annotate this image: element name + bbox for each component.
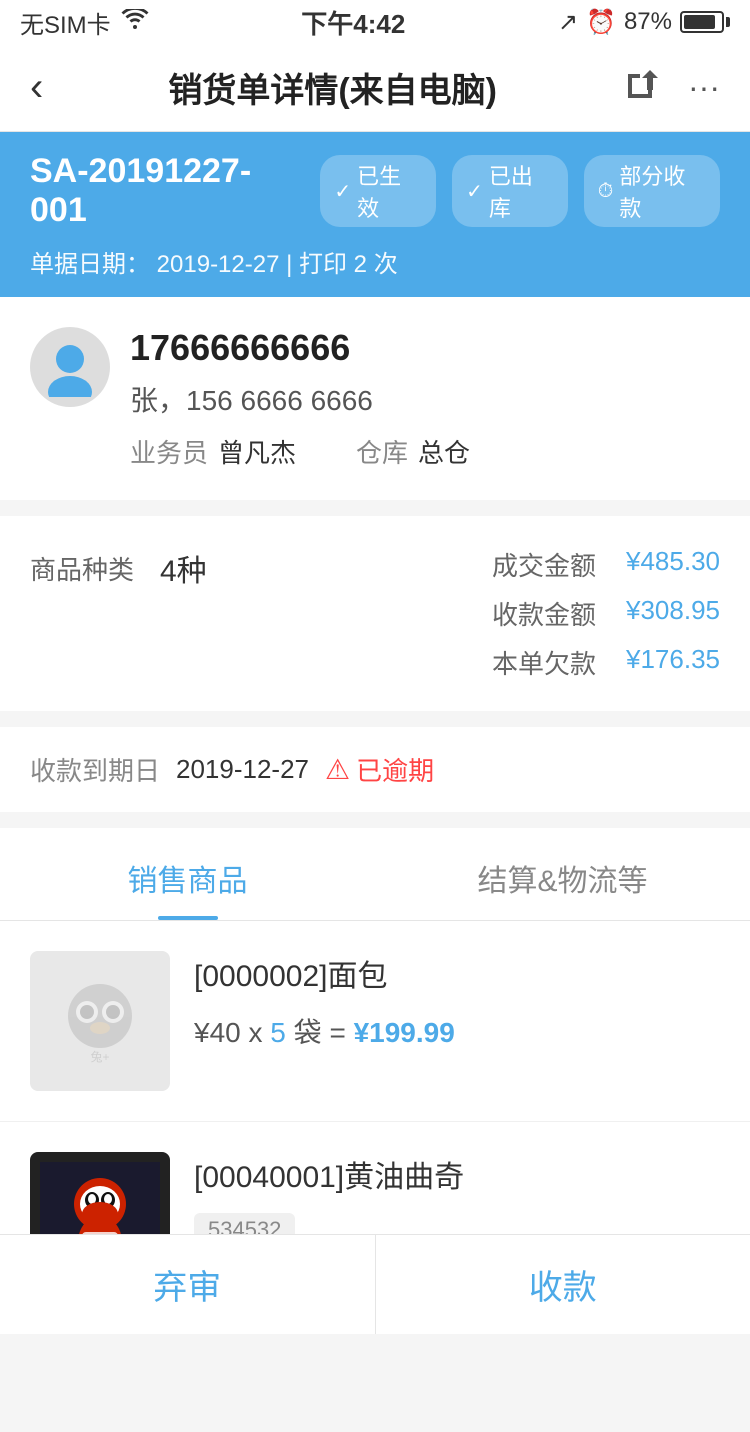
- customer-id: 17666666666: [130, 327, 720, 369]
- stats-left: 商品种类 4种: [30, 546, 207, 594]
- customer-meta: 业务员 曾凡杰 仓库 总仓: [130, 433, 720, 470]
- due-label: 收款到期日: [30, 751, 160, 788]
- category-count: 4种: [160, 546, 207, 590]
- product-thumbnail-1: 兔+: [30, 951, 170, 1091]
- warehouse-info: 仓库 总仓: [356, 433, 470, 470]
- received-label: 收款金额: [492, 595, 596, 632]
- product-name-1: [0000002]面包: [194, 951, 720, 995]
- clock-icon: ⏱: [598, 180, 614, 203]
- tab-settlement[interactable]: 结算&物流等: [375, 828, 750, 920]
- customer-section: 17666666666 张，156 6666 6666 业务员 曾凡杰 仓库 总…: [0, 297, 750, 500]
- date-label: 单据日期：: [30, 251, 150, 278]
- warehouse-value: 总仓: [418, 433, 470, 470]
- price-total-1: ¥199.99: [354, 1017, 455, 1048]
- debt-label: 本单欠款: [492, 644, 596, 681]
- status-bar: 无SIM卡 下午4:42 ↗ ⏰ 87%: [0, 0, 750, 44]
- customer-avatar: [30, 327, 110, 407]
- battery-percent: 87%: [624, 8, 672, 36]
- transaction-stat: 成交金额 ¥485.30: [492, 546, 720, 583]
- price-qty-1: 5: [270, 1017, 286, 1048]
- badge-shipped: ✓ 已出库: [452, 155, 568, 227]
- due-date-value: 2019-12-27: [176, 754, 309, 785]
- product-item: 兔+ [0000002]面包 ¥40 x 5 袋 = ¥199.99: [0, 921, 750, 1122]
- transaction-amount: ¥485.30: [626, 546, 720, 583]
- overdue-icon: ⚠: [325, 753, 350, 786]
- order-date: 2019-12-27: [157, 251, 280, 278]
- order-header: SA-20191227-001 ✓ 已生效 ✓ 已出库 ⏱ 部分收款 单据日期：…: [0, 132, 750, 297]
- stats-section: 商品种类 4种 成交金额 ¥485.30 收款金额 ¥308.95 本单欠款 ¥…: [0, 516, 750, 711]
- customer-name-phone: 张，156 6666 6666: [130, 379, 720, 419]
- badge-effective-label: 已生效: [357, 159, 422, 223]
- status-time: 下午4:42: [301, 4, 405, 41]
- order-date-row: 单据日期： 2019-12-27 | 打印 2 次: [30, 244, 720, 279]
- page-title: 销货单详情(来自电脑): [168, 63, 497, 112]
- price-unit-1: 袋: [294, 1017, 322, 1048]
- overdue-badge: ⚠ 已逾期: [325, 751, 434, 788]
- back-button[interactable]: ‹: [30, 65, 43, 110]
- status-left: 无SIM卡: [20, 5, 149, 40]
- badge-partial: ⏱ 部分收款: [584, 155, 720, 227]
- debt-amount: ¥176.35: [626, 644, 720, 681]
- svg-text:兔+: 兔+: [90, 1049, 109, 1064]
- check-icon: ✓: [334, 179, 351, 204]
- stats-right: 成交金额 ¥485.30 收款金额 ¥308.95 本单欠款 ¥176.35: [492, 546, 720, 681]
- equals-sign-1: =: [329, 1017, 353, 1048]
- price-base-1: ¥40: [194, 1017, 241, 1048]
- category-stat: 商品种类 4种: [30, 546, 207, 590]
- alarm-icon: ⏰: [586, 8, 616, 37]
- status-right: ↗ ⏰ 87%: [558, 8, 730, 37]
- confirm-button[interactable]: 收款: [375, 1235, 750, 1334]
- debt-stat: 本单欠款 ¥176.35: [492, 644, 720, 681]
- salesman-label: 业务员: [130, 433, 208, 470]
- tabs-section: 销售商品 结算&物流等: [0, 828, 750, 921]
- warehouse-label: 仓库: [356, 433, 408, 470]
- carrier-text: 无SIM卡: [20, 5, 111, 40]
- transaction-label: 成交金额: [492, 546, 596, 583]
- wifi-icon: [121, 8, 149, 36]
- due-date-section: 收款到期日 2019-12-27 ⚠ 已逾期: [0, 727, 750, 812]
- location-icon: ↗: [558, 8, 578, 37]
- cancel-button[interactable]: 弃审: [0, 1235, 375, 1334]
- battery-indicator: [680, 11, 730, 33]
- product-info-1: [0000002]面包 ¥40 x 5 袋 = ¥199.99: [194, 951, 720, 1051]
- product-name-2: [00040001]黄油曲奇: [194, 1152, 720, 1196]
- badge-shipped-label: 已出库: [489, 159, 554, 223]
- multiply-sign-1: x: [249, 1017, 271, 1048]
- tab-sales-label: 销售商品: [128, 865, 248, 898]
- nav-right-actions: ···: [622, 66, 720, 110]
- badge-effective: ✓ 已生效: [320, 155, 436, 227]
- tab-settlement-label: 结算&物流等: [477, 865, 647, 898]
- salesman-value: 曾凡杰: [218, 433, 296, 470]
- check-icon-2: ✓: [466, 179, 483, 204]
- received-amount: ¥308.95: [626, 595, 720, 632]
- nav-bar: ‹ 销货单详情(来自电脑) ···: [0, 44, 750, 132]
- tabs-row: 销售商品 结算&物流等: [0, 828, 750, 921]
- bottom-bar: 弃审 收款: [0, 1234, 750, 1334]
- salesman-info: 业务员 曾凡杰: [130, 433, 296, 470]
- customer-info: 17666666666 张，156 6666 6666 业务员 曾凡杰 仓库 总…: [130, 327, 720, 470]
- badge-partial-label: 部分收款: [619, 159, 706, 223]
- received-stat: 收款金额 ¥308.95: [492, 595, 720, 632]
- more-button[interactable]: ···: [688, 69, 720, 106]
- order-id: SA-20191227-001: [30, 152, 304, 230]
- overdue-text: 已逾期: [356, 751, 434, 788]
- banner-top: SA-20191227-001 ✓ 已生效 ✓ 已出库 ⏱ 部分收款: [30, 152, 720, 230]
- product-price-1: ¥40 x 5 袋 = ¥199.99: [194, 1011, 720, 1051]
- category-label: 商品种类: [30, 550, 150, 587]
- tab-sales-products[interactable]: 销售商品: [0, 828, 375, 920]
- share-button[interactable]: [622, 66, 658, 110]
- print-info: | 打印 2 次: [286, 251, 398, 278]
